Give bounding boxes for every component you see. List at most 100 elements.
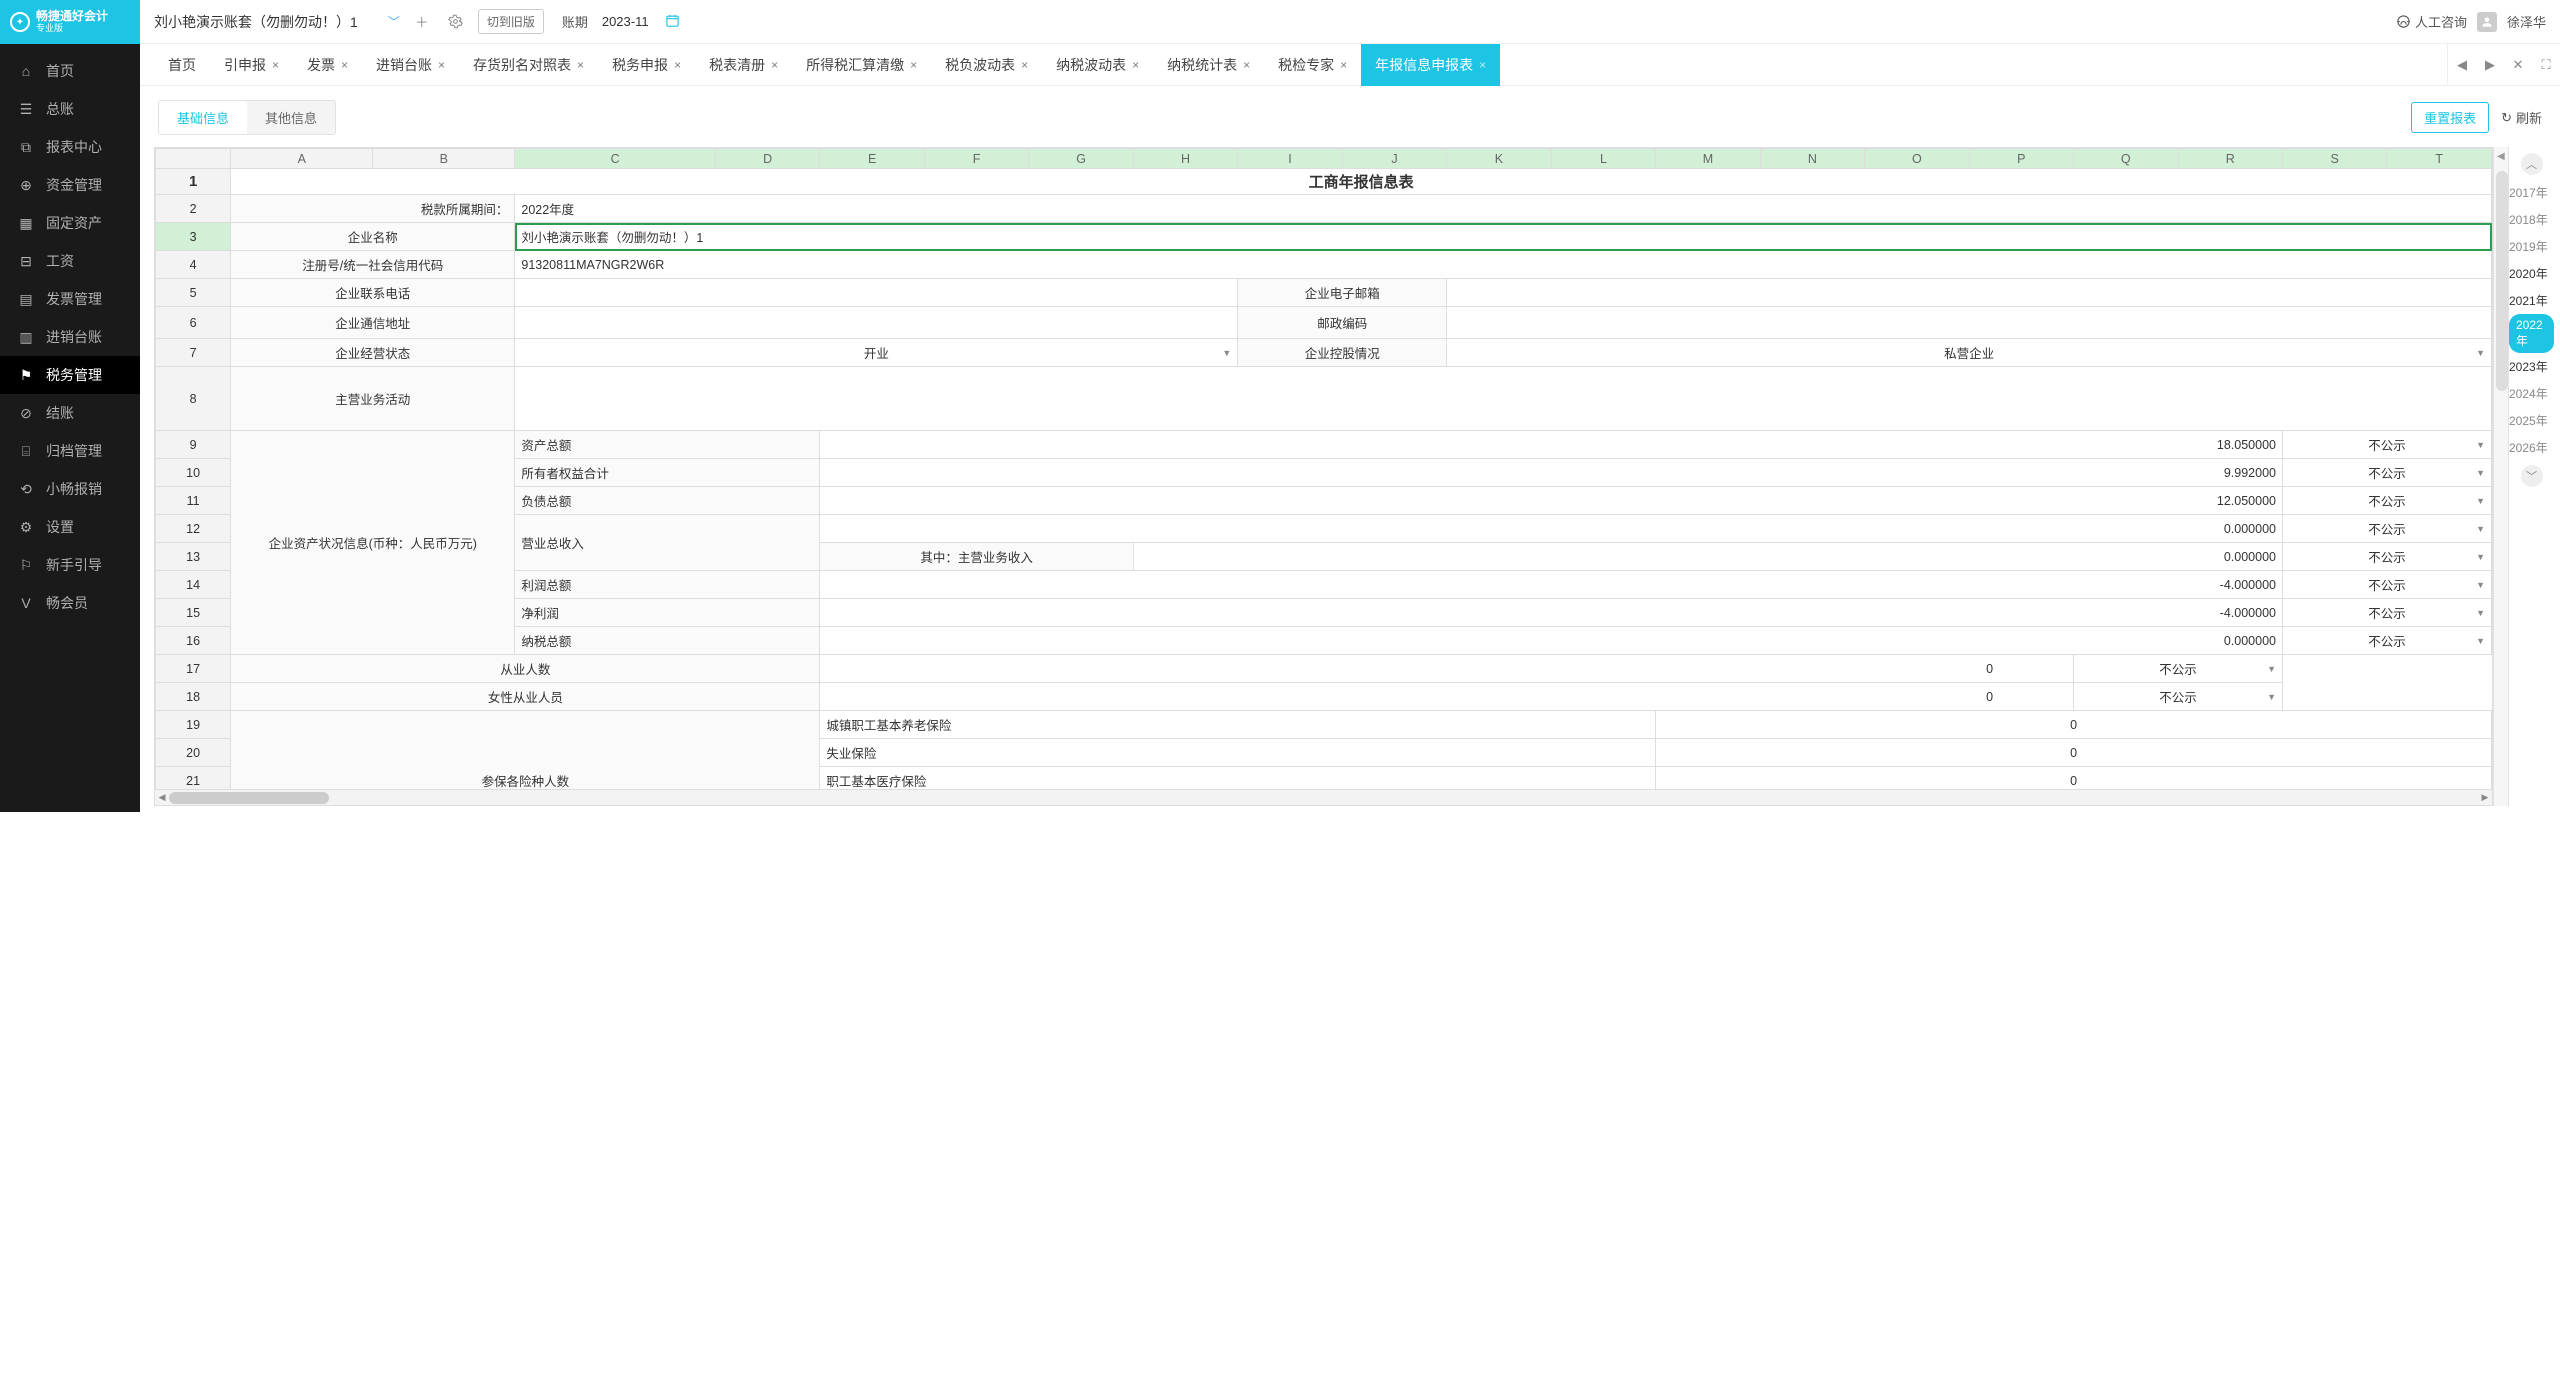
settings-icon[interactable] bbox=[444, 10, 468, 34]
column-header[interactable]: T bbox=[2387, 149, 2492, 169]
cell-value[interactable]: 0.000000 bbox=[820, 627, 2283, 655]
cell-active[interactable]: 刘小艳演示账套（勿删勿动！）1 bbox=[515, 223, 2492, 251]
horizontal-scrollbar[interactable]: ◀▶ bbox=[155, 789, 2492, 805]
year-item[interactable]: 2020年 bbox=[2509, 260, 2554, 287]
consult-button[interactable]: 人工咨询 bbox=[2396, 12, 2467, 31]
tab-next-button[interactable]: ▶ bbox=[2476, 44, 2504, 86]
tab-close-icon[interactable]: × bbox=[1243, 58, 1250, 72]
column-header[interactable]: J bbox=[1342, 149, 1446, 169]
row-header[interactable]: 6 bbox=[156, 307, 231, 339]
tab-close-icon[interactable]: × bbox=[1021, 58, 1028, 72]
row-header[interactable]: 5 bbox=[156, 279, 231, 307]
sidebar-item[interactable]: ▥进销台账 bbox=[0, 318, 140, 356]
year-down-button[interactable]: ﹀ bbox=[2521, 465, 2543, 487]
tab[interactable]: 发票× bbox=[293, 44, 362, 86]
account-select[interactable]: 刘小艳演示账套（勿删勿动！）1 bbox=[154, 12, 358, 32]
cell-value[interactable]: 0 bbox=[1656, 739, 2492, 767]
cell-select[interactable]: 不公示 bbox=[2074, 655, 2283, 683]
column-header[interactable]: S bbox=[2282, 149, 2386, 169]
column-header[interactable]: N bbox=[1760, 149, 1864, 169]
cell-select[interactable]: 开业 bbox=[515, 339, 1238, 367]
add-account-button[interactable]: ＋ bbox=[410, 10, 434, 34]
subtab-other[interactable]: 其他信息 bbox=[247, 101, 335, 134]
year-item[interactable]: 2017年 bbox=[2509, 179, 2554, 206]
row-header[interactable]: 8 bbox=[156, 367, 231, 431]
year-item[interactable]: 2023年 bbox=[2509, 353, 2554, 380]
column-header[interactable]: D bbox=[715, 149, 819, 169]
chevron-down-icon[interactable]: ﹀ bbox=[388, 13, 400, 30]
sidebar-item[interactable]: ⚑税务管理 bbox=[0, 356, 140, 394]
row-header[interactable]: 16 bbox=[156, 627, 231, 655]
sidebar-item[interactable]: ⟲小畅报销 bbox=[0, 470, 140, 508]
tab[interactable]: 纳税波动表× bbox=[1042, 44, 1153, 86]
calendar-icon[interactable] bbox=[665, 13, 680, 31]
vertical-scrollbar[interactable]: ◀ bbox=[2493, 147, 2509, 806]
row-header[interactable]: 20 bbox=[156, 739, 231, 767]
cell-value[interactable]: 0.000000 bbox=[820, 515, 2283, 543]
cell-value[interactable]: 12.050000 bbox=[820, 487, 2283, 515]
avatar[interactable] bbox=[2477, 12, 2497, 32]
row-header[interactable]: 7 bbox=[156, 339, 231, 367]
cell-select[interactable]: 不公示 bbox=[2282, 571, 2491, 599]
tab-close-icon[interactable]: × bbox=[674, 58, 681, 72]
row-header[interactable]: 15 bbox=[156, 599, 231, 627]
old-version-button[interactable]: 切到旧版 bbox=[478, 9, 544, 34]
cell-value[interactable] bbox=[515, 279, 1238, 307]
column-header[interactable]: O bbox=[1865, 149, 1969, 169]
cell-value[interactable] bbox=[515, 367, 2492, 431]
row-header[interactable]: 9 bbox=[156, 431, 231, 459]
tab[interactable]: 进销台账× bbox=[362, 44, 459, 86]
cell-select[interactable]: 私营企业 bbox=[1447, 339, 2492, 367]
tab-close-all-button[interactable]: ✕ bbox=[2504, 44, 2532, 86]
subtab-basic[interactable]: 基础信息 bbox=[159, 101, 247, 134]
tab-close-icon[interactable]: × bbox=[577, 58, 584, 72]
row-header[interactable]: 2 bbox=[156, 195, 231, 223]
cell-value[interactable]: 0 bbox=[820, 683, 2074, 711]
sidebar-item[interactable]: ⌸归档管理 bbox=[0, 432, 140, 470]
column-header[interactable]: G bbox=[1029, 149, 1133, 169]
row-header[interactable]: 14 bbox=[156, 571, 231, 599]
sidebar-item[interactable]: V畅会员 bbox=[0, 584, 140, 622]
cell-select[interactable]: 不公示 bbox=[2282, 487, 2491, 515]
period-value[interactable]: 2023-11 bbox=[602, 14, 649, 29]
cell-value[interactable]: 0 bbox=[1656, 767, 2492, 790]
cell-value[interactable]: 0.000000 bbox=[1133, 543, 2282, 571]
cell-select[interactable]: 不公示 bbox=[2282, 431, 2491, 459]
collapse-icon[interactable]: ◀ bbox=[2497, 151, 2505, 162]
username[interactable]: 徐泽华 bbox=[2507, 12, 2546, 31]
year-item[interactable]: 2019年 bbox=[2509, 233, 2554, 260]
cell-select[interactable]: 不公示 bbox=[2282, 543, 2491, 571]
column-header[interactable]: H bbox=[1133, 149, 1237, 169]
cell-value[interactable] bbox=[1447, 279, 2492, 307]
sidebar-item[interactable]: ☰总账 bbox=[0, 90, 140, 128]
cell-value[interactable]: 91320811MA7NGR2W6R bbox=[515, 251, 2492, 279]
year-item[interactable]: 2022年 bbox=[2509, 314, 2554, 353]
sidebar-item[interactable]: ⊘结账 bbox=[0, 394, 140, 432]
row-header[interactable]: 4 bbox=[156, 251, 231, 279]
cell-select[interactable]: 不公示 bbox=[2282, 515, 2491, 543]
fullscreen-button[interactable]: ⛶ bbox=[2532, 44, 2560, 86]
cell-value[interactable]: 9.992000 bbox=[820, 459, 2283, 487]
row-header[interactable]: 10 bbox=[156, 459, 231, 487]
tab[interactable]: 税表清册× bbox=[695, 44, 792, 86]
cell-value[interactable]: 0 bbox=[1656, 711, 2492, 739]
tab[interactable]: 所得税汇算清缴× bbox=[792, 44, 931, 86]
tab-close-icon[interactable]: × bbox=[771, 58, 778, 72]
row-header[interactable]: 18 bbox=[156, 683, 231, 711]
reset-report-button[interactable]: 重置报表 bbox=[2411, 102, 2489, 133]
column-header[interactable]: B bbox=[373, 149, 515, 169]
cell-value[interactable] bbox=[515, 307, 1238, 339]
refresh-button[interactable]: ↻ 刷新 bbox=[2501, 108, 2542, 127]
tab[interactable]: 税负波动表× bbox=[931, 44, 1042, 86]
column-header[interactable]: K bbox=[1447, 149, 1551, 169]
tab-close-icon[interactable]: × bbox=[438, 58, 445, 72]
row-header[interactable]: 21 bbox=[156, 767, 231, 790]
cell-select[interactable]: 不公示 bbox=[2282, 459, 2491, 487]
tab-prev-button[interactable]: ◀ bbox=[2448, 44, 2476, 86]
sidebar-item[interactable]: ⚙设置 bbox=[0, 508, 140, 546]
tab-close-icon[interactable]: × bbox=[910, 58, 917, 72]
column-header[interactable]: R bbox=[2178, 149, 2282, 169]
cell-value[interactable]: -4.000000 bbox=[820, 599, 2283, 627]
sidebar-item[interactable]: ⊟工资 bbox=[0, 242, 140, 280]
tab[interactable]: 纳税统计表× bbox=[1153, 44, 1264, 86]
